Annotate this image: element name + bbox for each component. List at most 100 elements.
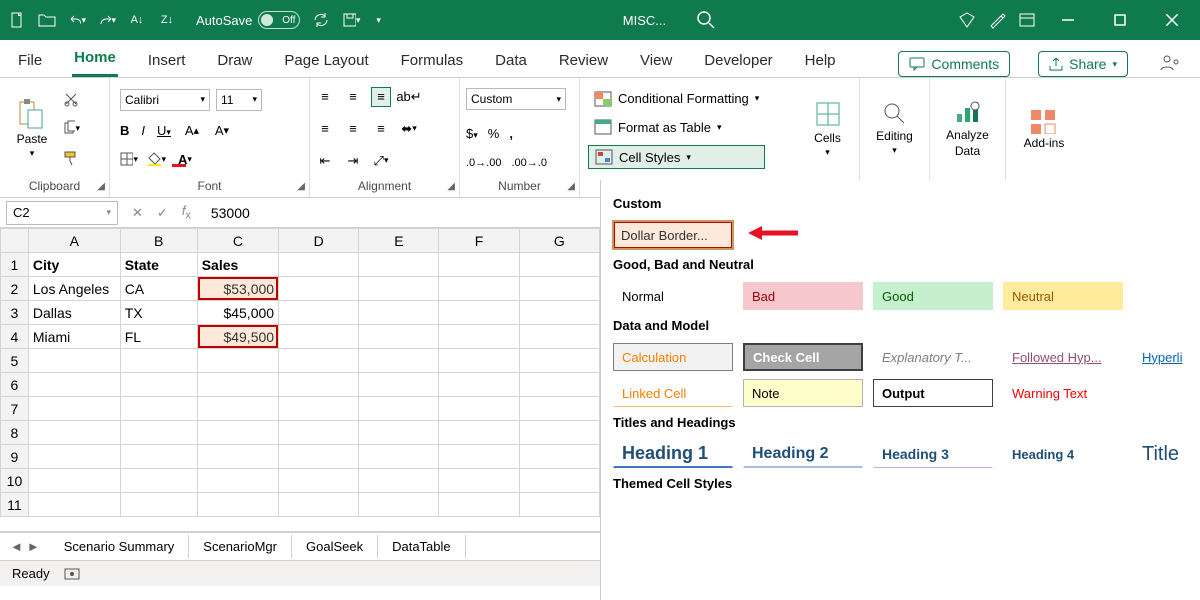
addins-button[interactable]: Add-ins <box>1018 108 1070 150</box>
tab-developer[interactable]: Developer <box>702 44 774 77</box>
redo-icon[interactable]: ▾ <box>98 11 116 29</box>
font-dialog-icon[interactable]: ◢ <box>297 181 305 192</box>
tab-home[interactable]: Home <box>72 41 118 77</box>
search-icon[interactable] <box>696 10 716 30</box>
name-box[interactable]: C2▾ <box>6 201 118 225</box>
align-bottom-icon[interactable]: ≡ <box>372 88 390 106</box>
tab-data[interactable]: Data <box>493 44 529 77</box>
style-hyperlink[interactable]: Hyperli <box>1133 343 1183 371</box>
alignment-dialog-icon[interactable]: ◢ <box>447 181 455 192</box>
tab-file[interactable]: File <box>16 44 44 77</box>
align-middle-icon[interactable]: ≡ <box>344 88 362 106</box>
autosave-toggle[interactable]: AutoSave Off <box>196 11 300 29</box>
clipboard-dialog-icon[interactable]: ◢ <box>97 181 105 192</box>
style-title[interactable]: Title <box>1133 440 1183 468</box>
style-output[interactable]: Output <box>873 379 993 407</box>
comma-icon[interactable]: , <box>509 126 513 141</box>
cell-styles-button[interactable]: Cell Styles▾ <box>588 145 765 169</box>
tab-view[interactable]: View <box>638 44 674 77</box>
share-button[interactable]: Share▾ <box>1038 51 1128 77</box>
align-center-icon[interactable]: ≡ <box>344 120 362 138</box>
col-header[interactable]: C <box>197 229 278 253</box>
save-icon[interactable]: ▾ <box>342 11 360 29</box>
number-format-select[interactable]: Custom▾ <box>466 88 566 110</box>
bold-button[interactable]: B <box>120 123 129 138</box>
decrease-indent-icon[interactable]: ⇤ <box>316 152 334 170</box>
style-heading-3[interactable]: Heading 3 <box>873 440 993 468</box>
macro-record-icon[interactable] <box>64 567 80 581</box>
sheet-tab[interactable]: Scenario Summary <box>50 535 190 558</box>
decrease-font-icon[interactable]: A▾ <box>213 121 231 139</box>
diamond-premium-icon[interactable] <box>958 11 976 29</box>
pen-icon[interactable] <box>988 11 1006 29</box>
sync-icon[interactable] <box>312 11 330 29</box>
col-header[interactable]: E <box>359 229 439 253</box>
style-normal[interactable]: Normal <box>613 282 733 310</box>
style-followed-hyperlink[interactable]: Followed Hyp... <box>1003 343 1123 371</box>
new-file-icon[interactable] <box>8 11 26 29</box>
tab-page-layout[interactable]: Page Layout <box>282 44 370 77</box>
style-heading-2[interactable]: Heading 2 <box>743 440 863 468</box>
style-good[interactable]: Good <box>873 282 993 310</box>
style-heading-1[interactable]: Heading 1 <box>613 440 733 468</box>
font-name-select[interactable]: Calibri▾ <box>120 89 210 111</box>
tab-insert[interactable]: Insert <box>146 44 188 77</box>
increase-indent-icon[interactable]: ⇥ <box>344 152 362 170</box>
tab-formulas[interactable]: Formulas <box>399 44 466 77</box>
decrease-decimal-icon[interactable]: .00→.0 <box>511 157 546 169</box>
style-warning-text[interactable]: Warning Text <box>1003 379 1123 407</box>
sheet-tab[interactable]: GoalSeek <box>292 535 378 558</box>
format-painter-icon[interactable] <box>62 149 80 167</box>
increase-decimal-icon[interactable]: .0→.00 <box>466 157 501 169</box>
copy-icon[interactable]: ▾ <box>62 119 80 137</box>
col-header[interactable]: D <box>279 229 359 253</box>
cells-button[interactable]: Cells▾ <box>802 99 853 158</box>
col-header[interactable]: B <box>120 229 197 253</box>
sort-desc-icon[interactable]: Z↓ <box>158 11 176 29</box>
cancel-formula-icon[interactable]: ✕ <box>132 205 143 221</box>
col-header[interactable]: A <box>28 229 120 253</box>
col-header[interactable]: F <box>439 229 519 253</box>
active-cell[interactable]: $53,000 <box>197 277 278 301</box>
comments-button[interactable]: Comments <box>898 51 1010 77</box>
italic-button[interactable]: I <box>141 123 145 138</box>
sort-asc-icon[interactable]: A↓ <box>128 11 146 29</box>
number-dialog-icon[interactable]: ◢ <box>567 181 575 192</box>
conditional-formatting-button[interactable]: Conditional Formatting▾ <box>588 88 765 110</box>
collaborate-icon[interactable] <box>1156 49 1184 77</box>
maximize-button[interactable] <box>1100 14 1140 26</box>
align-right-icon[interactable]: ≡ <box>372 120 390 138</box>
merge-icon[interactable]: ⬌▾ <box>400 120 418 138</box>
select-all-corner[interactable] <box>1 229 29 253</box>
style-check-cell[interactable]: Check Cell <box>743 343 863 371</box>
style-explanatory[interactable]: Explanatory T... <box>873 343 993 371</box>
minimize-button[interactable] <box>1048 14 1088 26</box>
style-linked-cell[interactable]: Linked Cell <box>613 379 733 407</box>
tab-nav-last-icon[interactable]: ► <box>27 539 40 554</box>
editing-button[interactable]: Editing▾ <box>869 101 921 156</box>
style-heading-4[interactable]: Heading 4 <box>1003 440 1123 468</box>
close-button[interactable] <box>1152 14 1192 26</box>
orientation-icon[interactable]: ⤢▾ <box>372 152 390 170</box>
style-dollar-border[interactable]: Dollar Border... <box>613 221 733 249</box>
sheet-tab[interactable]: ScenarioMgr <box>189 535 292 558</box>
style-bad[interactable]: Bad <box>743 282 863 310</box>
paste-button[interactable]: Paste ▾ <box>6 98 58 159</box>
analyze-data-button[interactable]: AnalyzeData <box>942 100 994 158</box>
font-color-icon[interactable]: A▾ <box>176 150 194 168</box>
tab-help[interactable]: Help <box>803 44 838 77</box>
align-left-icon[interactable]: ≡ <box>316 120 334 138</box>
borders-icon[interactable]: ▾ <box>120 150 138 168</box>
align-top-icon[interactable]: ≡ <box>316 88 334 106</box>
percent-icon[interactable]: % <box>488 126 500 141</box>
ribbon-display-icon[interactable] <box>1018 11 1036 29</box>
enter-formula-icon[interactable]: ✓ <box>157 205 168 221</box>
style-calculation[interactable]: Calculation <box>613 343 733 371</box>
tab-review[interactable]: Review <box>557 44 610 77</box>
currency-icon[interactable]: $▾ <box>466 126 478 141</box>
sheet-tab[interactable]: DataTable <box>378 535 466 558</box>
underline-button[interactable]: U▾ <box>157 123 171 138</box>
open-folder-icon[interactable] <box>38 11 56 29</box>
font-size-select[interactable]: 11▾ <box>216 89 262 111</box>
cut-icon[interactable] <box>62 90 80 108</box>
